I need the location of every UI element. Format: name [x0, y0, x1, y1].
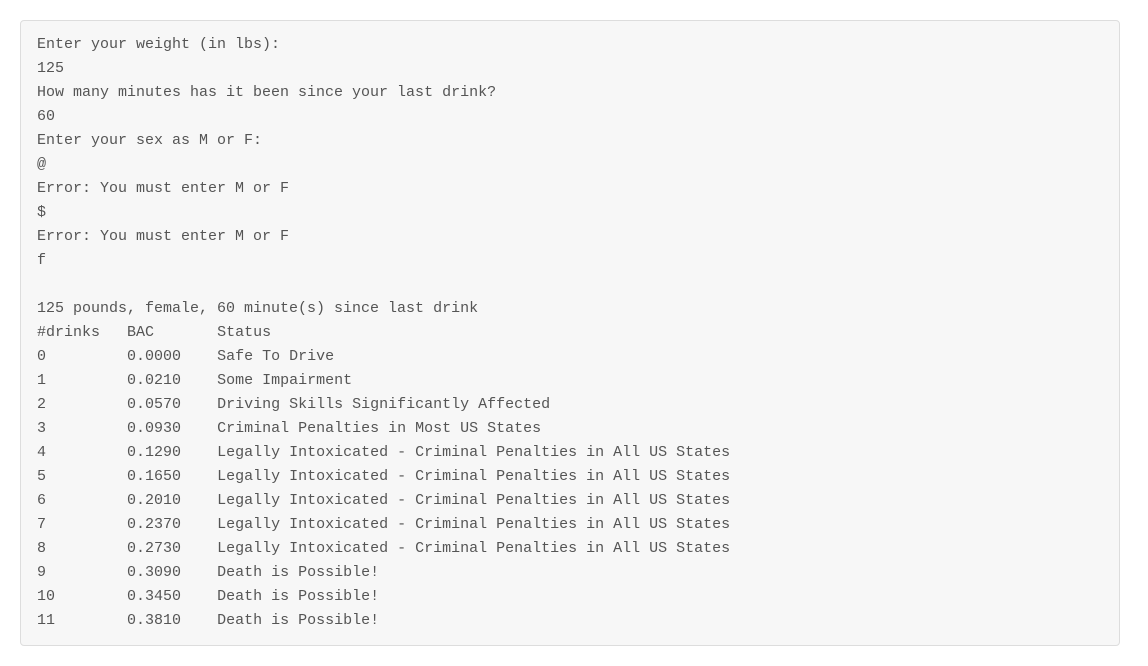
row-drinks: 6	[37, 492, 46, 509]
row-status: Safe To Drive	[217, 348, 334, 365]
input-minutes: 60	[37, 108, 55, 125]
row-drinks: 7	[37, 516, 46, 533]
error-1: Error: You must enter M or F	[37, 180, 289, 197]
row-bac: 0.2730	[127, 540, 181, 557]
row-status: Some Impairment	[217, 372, 352, 389]
row-status: Legally Intoxicated - Criminal Penalties…	[217, 516, 730, 533]
row-drinks: 10	[37, 588, 55, 605]
row-bac: 0.3450	[127, 588, 181, 605]
row-bac: 0.3810	[127, 612, 181, 629]
row-drinks: 0	[37, 348, 46, 365]
row-bac: 0.1290	[127, 444, 181, 461]
row-status: Death is Possible!	[217, 564, 379, 581]
header-bac: BAC	[127, 324, 154, 341]
row-drinks: 2	[37, 396, 46, 413]
row-bac: 0.0570	[127, 396, 181, 413]
summary-line: 125 pounds, female, 60 minute(s) since l…	[37, 300, 478, 317]
prompt-weight: Enter your weight (in lbs):	[37, 36, 280, 53]
row-status: Death is Possible!	[217, 612, 379, 629]
input-weight: 125	[37, 60, 64, 77]
row-bac: 0.0000	[127, 348, 181, 365]
row-status: Death is Possible!	[217, 588, 379, 605]
row-status: Legally Intoxicated - Criminal Penalties…	[217, 492, 730, 509]
row-status: Legally Intoxicated - Criminal Penalties…	[217, 468, 730, 485]
error-2: Error: You must enter M or F	[37, 228, 289, 245]
header-status: Status	[217, 324, 271, 341]
row-status: Legally Intoxicated - Criminal Penalties…	[217, 540, 730, 557]
header-drinks: #drinks	[37, 324, 100, 341]
row-drinks: 3	[37, 420, 46, 437]
input-sex-2: $	[37, 204, 46, 221]
row-bac: 0.1650	[127, 468, 181, 485]
row-drinks: 8	[37, 540, 46, 557]
input-sex-3: f	[37, 252, 46, 269]
row-bac: 0.2370	[127, 516, 181, 533]
row-status: Legally Intoxicated - Criminal Penalties…	[217, 444, 730, 461]
row-bac: 0.2010	[127, 492, 181, 509]
row-drinks: 4	[37, 444, 46, 461]
row-bac: 0.3090	[127, 564, 181, 581]
row-drinks: 5	[37, 468, 46, 485]
row-drinks: 9	[37, 564, 46, 581]
row-status: Criminal Penalties in Most US States	[217, 420, 541, 437]
row-bac: 0.0210	[127, 372, 181, 389]
console-output: Enter your weight (in lbs): 125 How many…	[20, 20, 1120, 646]
row-bac: 0.0930	[127, 420, 181, 437]
row-status: Driving Skills Significantly Affected	[217, 396, 550, 413]
row-drinks: 11	[37, 612, 55, 629]
row-drinks: 1	[37, 372, 46, 389]
prompt-minutes: How many minutes has it been since your …	[37, 84, 496, 101]
input-sex-1: @	[37, 156, 46, 173]
prompt-sex: Enter your sex as M or F:	[37, 132, 262, 149]
